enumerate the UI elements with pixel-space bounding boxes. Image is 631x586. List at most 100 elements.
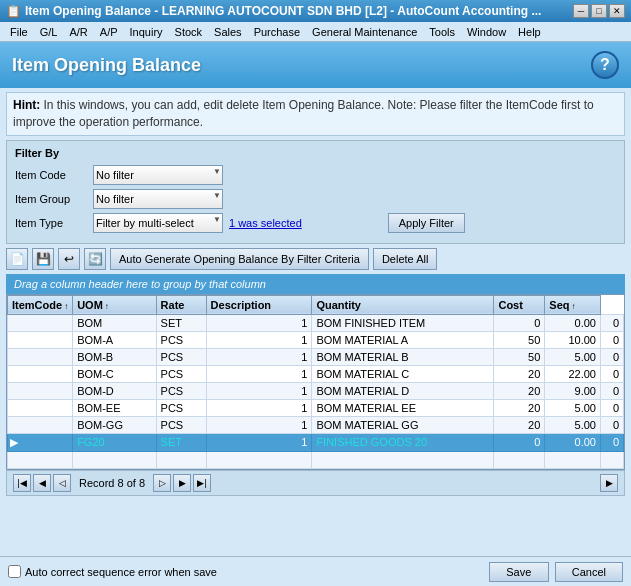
seq-cell: 0 — [600, 314, 623, 331]
selected-link[interactable]: 1 was selected — [229, 217, 302, 229]
item-code-cell: BOM-D — [73, 382, 156, 399]
empty-cell — [494, 451, 545, 468]
seq-cell: 0 — [600, 331, 623, 348]
bottom-bar: Auto correct sequence error when save Sa… — [0, 556, 631, 586]
help-button[interactable]: ? — [591, 51, 619, 79]
uom-cell: SET — [156, 433, 206, 451]
itemtype-select[interactable]: Filter by multi-select — [93, 213, 223, 233]
toolbar-save-icon[interactable]: 💾 — [32, 248, 54, 270]
table-row[interactable]: BOM-GGPCS1BOM MATERIAL GG205.000 — [8, 416, 624, 433]
minimize-button[interactable]: ─ — [573, 4, 589, 18]
itemgroup-select-wrapper: No filter — [93, 189, 223, 209]
toolbar-undo-icon[interactable]: ↩ — [58, 248, 80, 270]
itemcode-select[interactable]: No filter — [93, 165, 223, 185]
menu-item-window[interactable]: Window — [461, 25, 512, 39]
toolbar-new-icon[interactable]: 📄 — [6, 248, 28, 270]
page-header: Item Opening Balance ? — [0, 42, 631, 88]
menu-item-a/r[interactable]: A/R — [63, 25, 93, 39]
title-bar: 📋 Item Opening Balance - LEARNING AUTOCO… — [0, 0, 631, 22]
nav-next2-button[interactable]: ▷ — [153, 474, 171, 492]
quantity-cell: 0 — [494, 433, 545, 451]
menu-item-g/l[interactable]: G/L — [34, 25, 64, 39]
table-row[interactable]: BOM-BPCS1BOM MATERIAL B505.000 — [8, 348, 624, 365]
rate-cell: 1 — [206, 348, 312, 365]
quantity-cell: 50 — [494, 331, 545, 348]
empty-cell — [545, 451, 601, 468]
menu-item-general-maintenance[interactable]: General Maintenance — [306, 25, 423, 39]
itemcode-select-wrapper: No filter — [93, 165, 223, 185]
uom-cell: PCS — [156, 416, 206, 433]
row-indicator: ▶ — [8, 433, 73, 451]
nav-scroll-right[interactable]: ▶ — [600, 474, 618, 492]
table-row[interactable]: BOM-CPCS1BOM MATERIAL C2022.000 — [8, 365, 624, 382]
menu-item-tools[interactable]: Tools — [423, 25, 461, 39]
header-description: Description — [206, 295, 312, 314]
quantity-cell: 20 — [494, 416, 545, 433]
nav-next-button[interactable]: ▶ — [173, 474, 191, 492]
uom-cell: PCS — [156, 399, 206, 416]
menu-item-help[interactable]: Help — [512, 25, 547, 39]
description-cell: BOM MATERIAL GG — [312, 416, 494, 433]
row-indicator — [8, 416, 73, 433]
nav-prev-button[interactable]: ◀ — [33, 474, 51, 492]
description-cell: BOM MATERIAL D — [312, 382, 494, 399]
filter-row-itemcode: Item Code No filter — [15, 165, 616, 185]
row-indicator — [8, 382, 73, 399]
delete-all-button[interactable]: Delete All — [373, 248, 437, 270]
empty-cell — [312, 451, 494, 468]
quantity-cell: 50 — [494, 348, 545, 365]
auto-correct-checkbox[interactable] — [8, 565, 21, 578]
page-title: Item Opening Balance — [12, 55, 201, 76]
rate-cell: 1 — [206, 365, 312, 382]
table-row[interactable]: BOM-APCS1BOM MATERIAL A5010.000 — [8, 331, 624, 348]
itemgroup-select[interactable]: No filter — [93, 189, 223, 209]
nav-prev2-button[interactable]: ◁ — [53, 474, 71, 492]
save-button[interactable]: Save — [489, 562, 549, 582]
menu-item-stock[interactable]: Stock — [169, 25, 209, 39]
seq-cell: 0 — [600, 348, 623, 365]
maximize-button[interactable]: □ — [591, 4, 607, 18]
toolbar: 📄 💾 ↩ 🔄 Auto Generate Opening Balance By… — [6, 248, 625, 270]
auto-correct-label: Auto correct sequence error when save — [25, 566, 217, 578]
filter-row-itemgroup: Item Group No filter — [15, 189, 616, 209]
menu-item-file[interactable]: File — [4, 25, 34, 39]
item-code-cell: BOM-A — [73, 331, 156, 348]
record-info: Record 8 of 8 — [79, 477, 145, 489]
menu-item-sales[interactable]: Sales — [208, 25, 248, 39]
auto-generate-button[interactable]: Auto Generate Opening Balance By Filter … — [110, 248, 369, 270]
header-itemcode[interactable]: ItemCode↑ — [8, 295, 73, 314]
group-header: Drag a column header here to group by th… — [6, 274, 625, 294]
header-rate: Rate — [156, 295, 206, 314]
nav-first-button[interactable]: |◀ — [13, 474, 31, 492]
menu-item-purchase[interactable]: Purchase — [248, 25, 306, 39]
table-container: ItemCode↑UOM↑RateDescriptionQuantityCost… — [6, 294, 625, 470]
nav-last-button[interactable]: ▶| — [193, 474, 211, 492]
table-row[interactable]: BOMSET1BOM FINISHED ITEM00.000 — [8, 314, 624, 331]
data-table: ItemCode↑UOM↑RateDescriptionQuantityCost… — [7, 295, 624, 469]
filter-section: Filter By Item Code No filter Item Group… — [6, 140, 625, 244]
uom-cell: PCS — [156, 382, 206, 399]
empty-cell — [8, 451, 73, 468]
menu-item-a/p[interactable]: A/P — [94, 25, 124, 39]
quantity-cell: 20 — [494, 399, 545, 416]
cost-cell: 9.00 — [545, 382, 601, 399]
table-row[interactable]: BOM-EEPCS1BOM MATERIAL EE205.000 — [8, 399, 624, 416]
menu-item-inquiry[interactable]: Inquiry — [124, 25, 169, 39]
table-row[interactable]: ▶FG20SET1FINISHED GOODS 2000.000 — [8, 433, 624, 451]
header-uom[interactable]: UOM↑ — [73, 295, 156, 314]
close-button[interactable]: ✕ — [609, 4, 625, 18]
header-seq[interactable]: Seq↑ — [545, 295, 601, 314]
itemtype-select-wrapper: Filter by multi-select — [93, 213, 223, 233]
description-cell: BOM MATERIAL C — [312, 365, 494, 382]
empty-cell — [206, 451, 312, 468]
filter-title: Filter By — [15, 147, 616, 159]
uom-cell: PCS — [156, 348, 206, 365]
table-row[interactable]: BOM-DPCS1BOM MATERIAL D209.000 — [8, 382, 624, 399]
filter-label-itemcode: Item Code — [15, 169, 87, 181]
hint-label: Hint: — [13, 98, 40, 112]
item-code-cell: FG20 — [73, 433, 156, 451]
apply-filter-button[interactable]: Apply Filter — [388, 213, 465, 233]
uom-cell: PCS — [156, 365, 206, 382]
cancel-button[interactable]: Cancel — [555, 562, 623, 582]
toolbar-refresh-icon[interactable]: 🔄 — [84, 248, 106, 270]
